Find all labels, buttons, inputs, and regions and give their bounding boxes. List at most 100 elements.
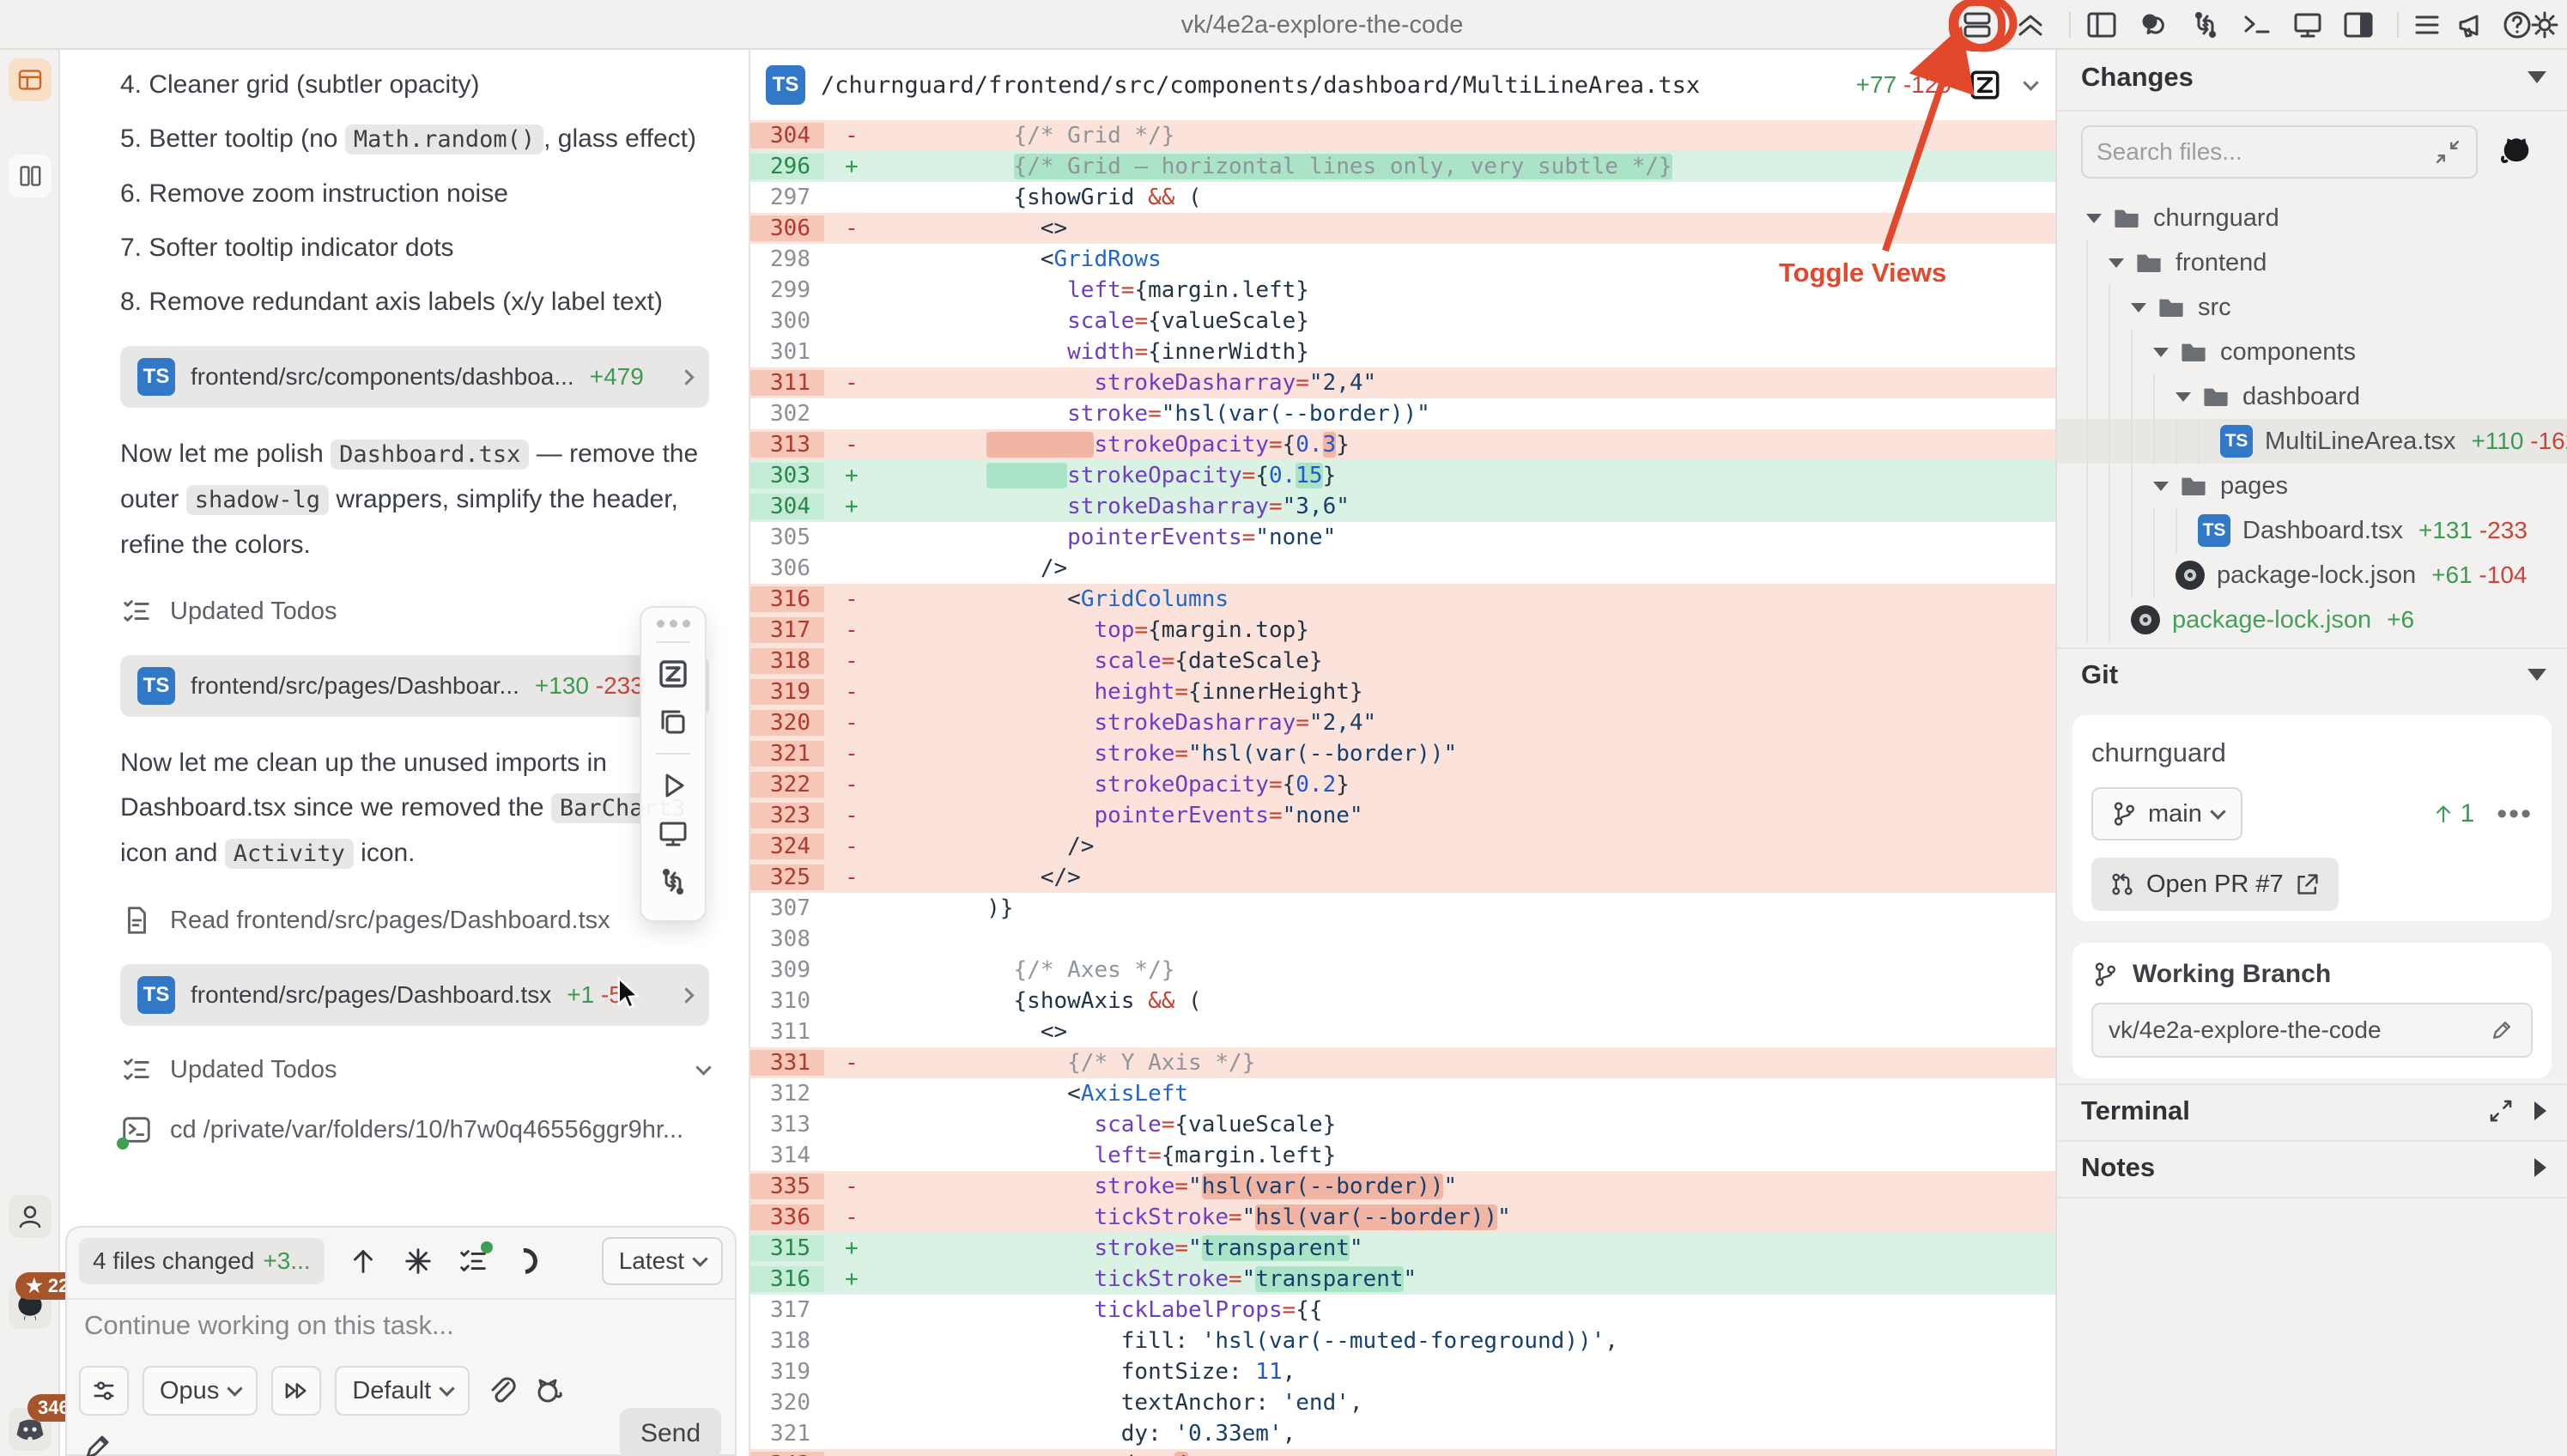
diff-row[interactable]: 303 + strokeOpacity={0.15} <box>750 460 2055 491</box>
git-section-header[interactable]: Git <box>2081 659 2546 690</box>
cat-icon[interactable] <box>2498 134 2534 170</box>
notes-section-header[interactable]: Notes <box>2081 1152 2546 1183</box>
collapse-tree-icon[interactable] <box>2433 137 2462 167</box>
tool-call-row[interactable]: Read frontend/src/pages/Dashboard.tsx <box>120 904 709 937</box>
settings-sliders-button[interactable] <box>79 1366 129 1416</box>
diff-row[interactable]: 296 + {/* Grid — horizontal lines only, … <box>750 151 2055 182</box>
tree-item-components[interactable]: components <box>2057 330 2567 374</box>
tree-item-dashboard[interactable]: dashboard <box>2057 374 2567 419</box>
expand-icon[interactable] <box>2486 1096 2515 1125</box>
collapse-file-chevron[interactable] <box>2023 75 2038 90</box>
chat-input[interactable]: Continue working on this task... <box>84 1310 454 1341</box>
working-branch-input[interactable]: vk/4e2a-explore-the-code <box>2091 1003 2533 1058</box>
git-compare-button[interactable] <box>2188 8 2223 42</box>
caret-down-icon[interactable] <box>2153 348 2169 357</box>
diff-row[interactable]: 325 - </> <box>750 862 2055 893</box>
diff-row[interactable]: 317 - top={margin.top} <box>750 615 2055 646</box>
discord-button[interactable]: 346 <box>9 1408 52 1451</box>
files-changed-chip[interactable]: 4 files changed +3... <box>79 1238 325 1284</box>
tree-item-src[interactable]: src <box>2057 285 2567 330</box>
git-compare-icon[interactable] <box>656 864 690 899</box>
tool-call-row[interactable]: cd /private/var/folders/10/h7w0q46556ggr… <box>120 1113 709 1146</box>
open-pr-button[interactable]: Open PR #7 <box>2091 858 2339 911</box>
caret-down-icon[interactable] <box>2131 303 2146 312</box>
tree-item-MultiLineArea.tsx[interactable]: TSMultiLineArea.tsx+110 -162 <box>2057 419 2567 464</box>
diff-row[interactable]: 313 - strokeOpacity={0.3} <box>750 429 2055 460</box>
diff-row[interactable]: 314 left={margin.left} <box>750 1140 2055 1171</box>
burst-icon[interactable] <box>402 1245 434 1277</box>
play-icon[interactable] <box>656 768 690 803</box>
file-edit-chip[interactable]: TS frontend/src/components/dashboa... +4… <box>120 346 709 408</box>
diff-row[interactable]: 316 + tickStroke="transparent" <box>750 1264 2055 1295</box>
diff-row[interactable]: 320 textAnchor: 'end', <box>750 1387 2055 1418</box>
diff-row[interactable]: 305 pointerEvents="none" <box>750 522 2055 553</box>
diff-row[interactable]: 319 fontSize: 11, <box>750 1356 2055 1387</box>
diff-row[interactable]: 308 <box>750 924 2055 955</box>
cat-icon[interactable] <box>531 1374 566 1408</box>
panel-right-button[interactable] <box>2341 8 2376 42</box>
terminal-section-header[interactable]: Terminal <box>2081 1095 2546 1126</box>
tool-call-row[interactable]: Updated Todos <box>120 595 709 628</box>
caret-down-icon[interactable] <box>2086 214 2102 223</box>
diff-row[interactable]: 321 - stroke="hsl(var(--border))" <box>750 738 2055 769</box>
panel-left-button[interactable] <box>2085 8 2119 42</box>
copy-icon[interactable] <box>656 705 690 739</box>
arrow-up-icon[interactable] <box>347 1245 379 1277</box>
diff-row[interactable]: 304 + strokeDasharray="3,6" <box>750 491 2055 522</box>
rows-button[interactable] <box>1960 8 1994 42</box>
terminal-button[interactable] <box>2240 8 2274 42</box>
diff-row[interactable]: 324 - /> <box>750 831 2055 862</box>
diff-row[interactable]: 321 dy: '0.33em', <box>750 1418 2055 1449</box>
pencil-icon[interactable] <box>2488 1016 2515 1044</box>
account-button[interactable] <box>9 1195 52 1238</box>
diff-row[interactable]: 323 - pointerEvents="none" <box>750 800 2055 831</box>
megaphone-button[interactable] <box>2455 8 2490 42</box>
diff-row[interactable]: 318 - scale={dateScale} <box>750 646 2055 676</box>
diff-row[interactable]: 311 - strokeDasharray="2,4" <box>750 367 2055 398</box>
tree-item-frontend[interactable]: frontend <box>2057 240 2567 285</box>
diff-row[interactable]: 319 - height={innerHeight} <box>750 676 2055 707</box>
todos-icon[interactable] <box>457 1245 489 1277</box>
diff-row[interactable]: 315 + stroke="transparent" <box>750 1233 2055 1264</box>
diff-row[interactable]: 301 width={innerWidth} <box>750 337 2055 367</box>
diff-row[interactable]: 336 - tickStroke="hsl(var(--border))" <box>750 1202 2055 1233</box>
chat-button[interactable] <box>2137 8 2171 42</box>
model-dropdown[interactable]: Opus <box>143 1366 258 1416</box>
mode-dropdown[interactable]: Default <box>335 1366 470 1416</box>
diff-row[interactable]: 320 - strokeDasharray="2,4" <box>750 707 2055 738</box>
diff-row[interactable]: 300 scale={valueScale} <box>750 306 2055 337</box>
diff-row[interactable]: 297 {showGrid && ( <box>750 182 2055 213</box>
tree-item-package-lock.json[interactable]: package-lock.json+61 -104 <box>2057 553 2567 598</box>
tree-item-Dashboard.tsx[interactable]: TSDashboard.tsx+131 -233 <box>2057 508 2567 553</box>
caret-down-icon[interactable] <box>2176 392 2191 402</box>
diff-row[interactable]: 306 - <> <box>750 213 2055 244</box>
diff-row[interactable]: 331 - {/* Y Axis */} <box>750 1047 2055 1078</box>
diff-row[interactable]: 316 - <GridColumns <box>750 584 2055 615</box>
diff-view-icon[interactable] <box>1967 67 2003 103</box>
diff-row[interactable]: 317 tickLabelProps={{ <box>750 1295 2055 1326</box>
diff-row[interactable]: 342 - dx: 4 <box>750 1449 2055 1456</box>
diff-row[interactable]: 309 {/* Axes */} <box>750 955 2055 986</box>
search-files-input[interactable]: Search files... <box>2081 125 2478 179</box>
monitor-icon[interactable] <box>656 816 690 851</box>
chevrons-up-button[interactable] <box>2013 8 2048 42</box>
diff-row[interactable]: 306 /> <box>750 553 2055 584</box>
board-view-button[interactable] <box>9 155 52 197</box>
diff-row[interactable]: 318 fill: 'hsl(var(--muted-foreground))'… <box>750 1326 2055 1356</box>
diff-row[interactable]: 304 - {/* Grid */} <box>750 120 2055 151</box>
diff-row[interactable]: 311 <> <box>750 1016 2055 1047</box>
latest-dropdown[interactable]: Latest <box>602 1237 723 1285</box>
archive-icon[interactable] <box>103 9 134 40</box>
diff-row[interactable]: 322 - strokeOpacity={0.2} <box>750 769 2055 800</box>
tool-call-row[interactable]: Updated Todos <box>120 1053 709 1086</box>
menu-button[interactable] <box>2410 8 2444 42</box>
github-button[interactable]: ★ 22k <box>9 1286 52 1329</box>
fast-forward-button[interactable] <box>271 1366 321 1416</box>
branch-dropdown[interactable]: main <box>2091 787 2242 840</box>
git-more-menu[interactable]: ••• <box>2497 798 2533 831</box>
diff-row[interactable]: 313 scale={valueScale} <box>750 1109 2055 1140</box>
monitor-button[interactable] <box>2291 8 2325 42</box>
caret-down-icon[interactable] <box>2153 482 2169 491</box>
gear-button[interactable] <box>2528 8 2562 42</box>
tree-item-package-lock.json[interactable]: package-lock.json+6 <box>2057 598 2567 642</box>
